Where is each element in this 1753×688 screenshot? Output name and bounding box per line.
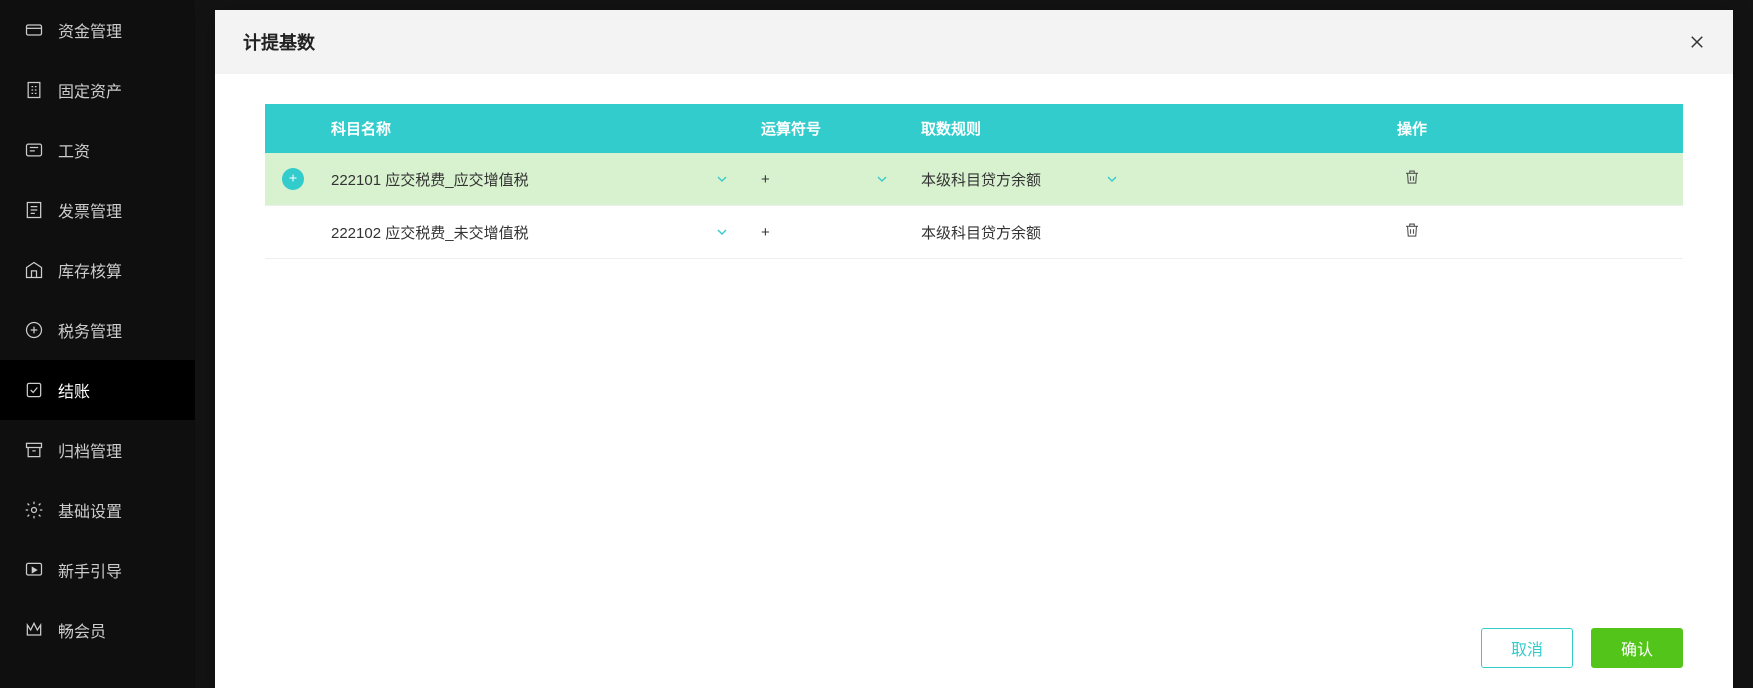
modal-body: 科目名称 运算符号 取数规则 操作 222101 应交税费_应交增值税 + 本级科目… [215, 74, 1733, 614]
modal-dialog: 计提基数 科目名称 运算符号 取数规则 操作 222101 应交税费_应交增值税… [215, 10, 1733, 688]
cell-operator[interactable]: + [751, 206, 911, 259]
operator-value: + [761, 224, 770, 241]
invoice-icon [24, 200, 44, 220]
col-subject-header: 科目名称 [321, 104, 751, 153]
sidebar-item-label: 资金管理 [58, 18, 122, 42]
cancel-button[interactable]: 取消 [1481, 628, 1573, 668]
cell-action [1141, 153, 1683, 206]
cell-add [265, 153, 321, 206]
sidebar-item-label: 发票管理 [58, 198, 122, 222]
sidebar-item-invoice[interactable]: 发票管理 [0, 180, 195, 240]
cell-rule[interactable]: 本级科目贷方余额 [911, 206, 1141, 259]
table-row: 222101 应交税费_应交增值税 + 本级科目贷方余额 [265, 153, 1683, 206]
sidebar-item-label: 税务管理 [58, 318, 122, 342]
sidebar-item-archive[interactable]: 归档管理 [0, 420, 195, 480]
settings-icon [24, 500, 44, 520]
sidebar-item-funds[interactable]: 资金管理 [0, 0, 195, 60]
col-add-header [265, 104, 321, 153]
modal-header: 计提基数 [215, 10, 1733, 74]
tax-icon [24, 320, 44, 340]
chevron-down-icon [713, 223, 731, 241]
plus-icon [287, 171, 299, 188]
sidebar-item-label: 结账 [58, 378, 90, 402]
wallet-icon [24, 20, 44, 40]
table-row: 222102 应交税费_未交增值税 + 本级科目贷方余额 [265, 206, 1683, 259]
operator-value: + [761, 171, 770, 188]
sidebar-item-payroll[interactable]: 工资 [0, 120, 195, 180]
sidebar-item-label: 库存核算 [58, 258, 122, 282]
chevron-down-icon [873, 170, 891, 188]
modal-footer: 取消 确认 [215, 614, 1733, 688]
cell-subject[interactable]: 222102 应交税费_未交增值税 [321, 206, 751, 259]
col-rule-header: 取数规则 [911, 104, 1141, 153]
modal-title: 计提基数 [243, 29, 315, 55]
subject-value: 222101 应交税费_应交增值税 [331, 169, 529, 190]
add-row-button[interactable] [282, 168, 304, 190]
archive-icon [24, 440, 44, 460]
sidebar-item-label: 固定资产 [58, 78, 122, 102]
subject-value: 222102 应交税费_未交增值税 [331, 222, 529, 243]
trash-icon [1403, 168, 1421, 190]
trash-icon [1403, 221, 1421, 243]
cell-rule[interactable]: 本级科目贷方余额 [911, 153, 1141, 206]
sidebar-item-checkout[interactable]: 结账 [0, 360, 195, 420]
sidebar-item-settings[interactable]: 基础设置 [0, 480, 195, 540]
col-action-header: 操作 [1141, 104, 1683, 153]
sidebar-item-vip[interactable]: 畅会员 [0, 600, 195, 660]
sidebar-item-label: 新手引导 [58, 558, 122, 582]
payroll-icon [24, 140, 44, 160]
sidebar-item-label: 基础设置 [58, 498, 122, 522]
delete-button[interactable] [1400, 167, 1424, 191]
sidebar-item-tax[interactable]: 税务管理 [0, 300, 195, 360]
sidebar-item-label: 工资 [58, 138, 90, 162]
basis-table: 科目名称 运算符号 取数规则 操作 222101 应交税费_应交增值税 + 本级科目… [265, 104, 1683, 259]
cell-subject[interactable]: 222101 应交税费_应交增值税 [321, 153, 751, 206]
cell-operator[interactable]: + [751, 153, 911, 206]
sidebar-item-fixed-assets[interactable]: 固定资产 [0, 60, 195, 120]
sidebar-item-inventory[interactable]: 库存核算 [0, 240, 195, 300]
sidebar: 资金管理 固定资产 工资 发票管理 库存核算 税务管理 结账 [0, 0, 195, 688]
cell-add [265, 206, 321, 259]
sidebar-item-label: 归档管理 [58, 438, 122, 462]
guide-icon [24, 560, 44, 580]
vip-icon [24, 620, 44, 640]
rule-value: 本级科目贷方余额 [921, 222, 1041, 243]
warehouse-icon [24, 260, 44, 280]
rule-value: 本级科目贷方余额 [921, 169, 1041, 190]
col-operator-header: 运算符号 [751, 104, 911, 153]
chevron-down-icon [713, 170, 731, 188]
building-icon [24, 80, 44, 100]
close-button[interactable] [1683, 28, 1711, 56]
cell-action [1141, 206, 1683, 259]
chevron-down-icon [1103, 170, 1121, 188]
close-icon [1688, 33, 1706, 51]
delete-button[interactable] [1400, 220, 1424, 244]
sidebar-item-label: 畅会员 [58, 618, 106, 642]
checkout-icon [24, 380, 44, 400]
confirm-button[interactable]: 确认 [1591, 628, 1683, 668]
sidebar-item-guide[interactable]: 新手引导 [0, 540, 195, 600]
